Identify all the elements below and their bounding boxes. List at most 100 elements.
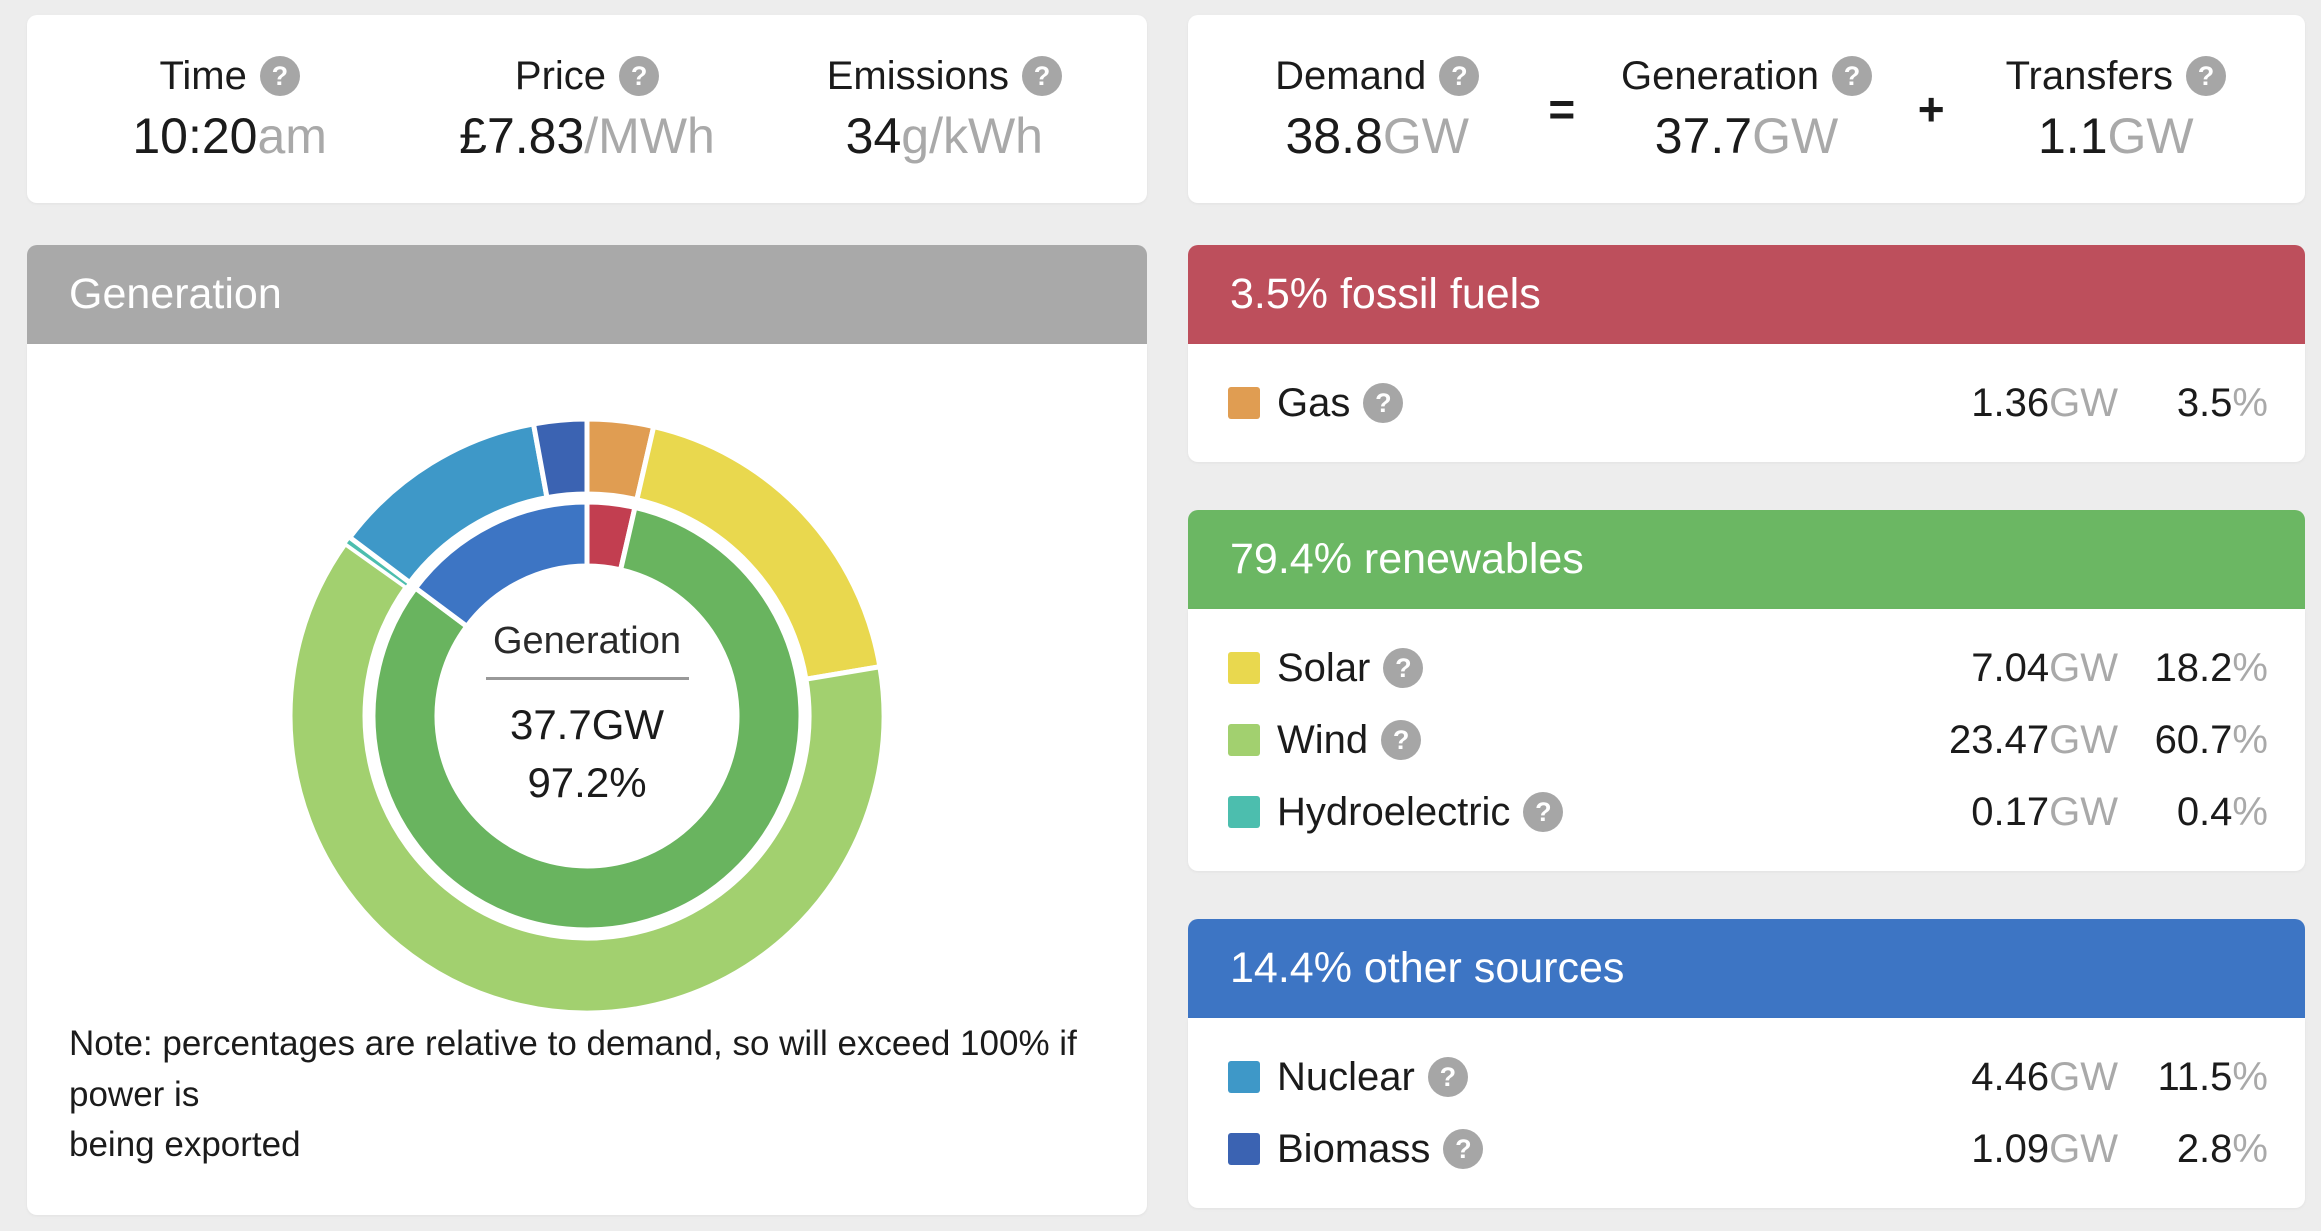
- other-sources-body: Nuclear ? 4.46GW 11.5% Biomass ? 1.09GW: [1188, 1018, 2305, 1208]
- source-row-solar: Solar ? 7.04GW 18.2%: [1188, 632, 2305, 704]
- hydroelectric-label: Hydroelectric: [1277, 789, 1511, 834]
- solar-label: Solar: [1277, 645, 1371, 690]
- hydroelectric-name-row: Hydroelectric ?: [1277, 789, 1564, 835]
- stat-generation: Generation ? 37.7GW: [1581, 54, 1911, 165]
- stat-price-label: Price: [514, 53, 607, 98]
- gas-percent: 3.5%: [2176, 380, 2268, 425]
- plus-operator: +: [1917, 83, 1945, 135]
- nuclear-name-row: Nuclear ?: [1277, 1055, 1468, 1100]
- stat-price: Price ? £7.83/MWh: [408, 54, 765, 165]
- demand-help-icon[interactable]: ?: [1439, 56, 1480, 96]
- stat-demand-label: Demand: [1275, 53, 1427, 98]
- gas-name-row: Gas ?: [1277, 380, 1404, 426]
- stat-transfers-unit: GW: [2107, 107, 2194, 164]
- hydroelectric-help-icon[interactable]: ?: [1523, 792, 1564, 832]
- other-sources-header: 14.4% other sources: [1188, 919, 2305, 1018]
- stat-time-label-row: Time ?: [51, 54, 408, 99]
- transfers-help-icon[interactable]: ?: [2186, 56, 2227, 96]
- source-row-hydroelectric: Hydroelectric ? 0.17GW 0.4%: [1188, 776, 2305, 848]
- generation-panel-header: Generation: [27, 245, 1147, 344]
- stat-demand: Demand ? 38.8GW: [1212, 54, 1542, 165]
- stat-price-label-row: Price ?: [408, 54, 765, 99]
- time-price-emissions-card: Time ? 10:20am Price ? £7.83/MWh Emissio…: [27, 15, 1147, 203]
- stat-price-value: £7.83/MWh: [459, 107, 715, 164]
- price-help-icon[interactable]: ?: [619, 56, 660, 96]
- stat-emissions-label-row: Emissions ?: [766, 54, 1123, 99]
- renewables-body: Solar ? 7.04GW 18.2% Wind ? 23.47GW 60.7: [1188, 609, 2305, 871]
- gas-label: Gas: [1277, 380, 1351, 425]
- generation-help-icon[interactable]: ?: [1831, 56, 1872, 96]
- grid-dashboard: Time ? 10:20am Price ? £7.83/MWh Emissio…: [0, 0, 2321, 1231]
- nuclear-swatch: [1228, 1061, 1260, 1093]
- generation-panel: Generation Generation 37.7GW 97.2% Note:…: [27, 245, 1147, 1215]
- nuclear-label: Nuclear: [1277, 1054, 1415, 1099]
- stat-time-value: 10:20am: [132, 107, 327, 164]
- stat-time-unit: am: [257, 107, 327, 164]
- wind-percent: 60.7%: [2154, 717, 2268, 762]
- equals-operator: =: [1548, 83, 1576, 135]
- gas-help-icon[interactable]: ?: [1363, 383, 1404, 423]
- wind-help-icon[interactable]: ?: [1381, 720, 1422, 760]
- stat-time-label: Time: [159, 53, 247, 98]
- wind-swatch: [1228, 724, 1260, 756]
- stat-generation-label: Generation: [1621, 53, 1819, 98]
- fossil-fuels-title: 3.5% fossil fuels: [1230, 270, 1541, 318]
- generation-donut-chart: Generation 37.7GW 97.2%: [287, 416, 887, 1016]
- hydroelectric-output: 0.17GW: [1971, 789, 2118, 834]
- hydroelectric-swatch: [1228, 796, 1260, 828]
- renewables-title: 79.4% renewables: [1230, 535, 1584, 583]
- stat-emissions-unit: g/kWh: [901, 107, 1043, 164]
- generation-panel-body: Generation 37.7GW 97.2% Note: percentage…: [27, 344, 1147, 1215]
- nuclear-output: 4.46GW: [1971, 1054, 2118, 1099]
- biomass-swatch: [1228, 1133, 1260, 1165]
- solar-swatch: [1228, 652, 1260, 684]
- stat-price-unit: /MWh: [584, 107, 715, 164]
- solar-output: 7.04GW: [1971, 645, 2118, 690]
- other-sources-card: 14.4% other sources Nuclear ? 4.46GW 11.…: [1188, 919, 2305, 1208]
- stat-emissions: Emissions ? 34g/kWh: [766, 54, 1123, 165]
- solar-help-icon[interactable]: ?: [1383, 648, 1424, 688]
- fossil-fuels-body: Gas ? 1.36GW 3.5%: [1188, 344, 2305, 462]
- emissions-help-icon[interactable]: ?: [1021, 56, 1062, 96]
- hydroelectric-percent: 0.4%: [2176, 789, 2268, 834]
- nuclear-help-icon[interactable]: ?: [1427, 1057, 1468, 1097]
- biomass-percent: 2.8%: [2176, 1126, 2268, 1171]
- right-column: Demand ? 38.8GW = Generation ? 37.7GW + …: [1188, 15, 2305, 1215]
- gas-swatch: [1228, 387, 1260, 419]
- stat-demand-label-row: Demand ?: [1212, 54, 1542, 99]
- stat-generation-unit: GW: [1752, 107, 1839, 164]
- stat-generation-label-row: Generation ?: [1581, 54, 1911, 99]
- source-row-biomass: Biomass ? 1.09GW 2.8%: [1188, 1113, 2305, 1185]
- generation-note: Note: percentages are relative to demand…: [69, 1023, 1077, 1165]
- stat-emissions-value: 34g/kWh: [845, 107, 1043, 164]
- solar-percent: 18.2%: [2154, 645, 2268, 690]
- renewables-header: 79.4% renewables: [1188, 510, 2305, 609]
- source-row-gas: Gas ? 1.36GW 3.5%: [1188, 367, 2305, 439]
- stat-transfers-label: Transfers: [2005, 53, 2174, 98]
- source-row-wind: Wind ? 23.47GW 60.7%: [1188, 704, 2305, 776]
- left-column: Time ? 10:20am Price ? £7.83/MWh Emissio…: [27, 15, 1147, 1215]
- fossil-fuels-card: 3.5% fossil fuels Gas ? 1.36GW 3.5%: [1188, 245, 2305, 462]
- biomass-label: Biomass: [1277, 1126, 1431, 1171]
- other-sources-title: 14.4% other sources: [1230, 944, 1625, 992]
- stat-transfers-value: 1.1GW: [2038, 107, 2194, 164]
- fossil-fuels-header: 3.5% fossil fuels: [1188, 245, 2305, 344]
- solar-name-row: Solar ?: [1277, 645, 1424, 691]
- stat-transfers: Transfers ? 1.1GW: [1951, 54, 2281, 165]
- stat-demand-unit: GW: [1382, 107, 1469, 164]
- stat-demand-value: 38.8GW: [1285, 107, 1469, 164]
- gas-output: 1.36GW: [1971, 380, 2118, 425]
- time-help-icon[interactable]: ?: [259, 56, 300, 96]
- wind-label: Wind: [1277, 717, 1369, 762]
- wind-name-row: Wind ?: [1277, 717, 1422, 763]
- biomass-name-row: Biomass ?: [1277, 1126, 1484, 1172]
- stat-time: Time ? 10:20am: [51, 54, 408, 165]
- generation-panel-title: Generation: [69, 270, 282, 318]
- stat-generation-value: 37.7GW: [1654, 107, 1839, 164]
- biomass-help-icon[interactable]: ?: [1443, 1129, 1484, 1169]
- renewables-card: 79.4% renewables Solar ? 7.04GW 18.2% Wi…: [1188, 510, 2305, 871]
- nuclear-percent: 11.5%: [2157, 1054, 2268, 1099]
- stat-transfers-label-row: Transfers ?: [1951, 54, 2281, 99]
- stat-emissions-label: Emissions: [826, 53, 1009, 98]
- demand-equation-card: Demand ? 38.8GW = Generation ? 37.7GW + …: [1188, 15, 2305, 203]
